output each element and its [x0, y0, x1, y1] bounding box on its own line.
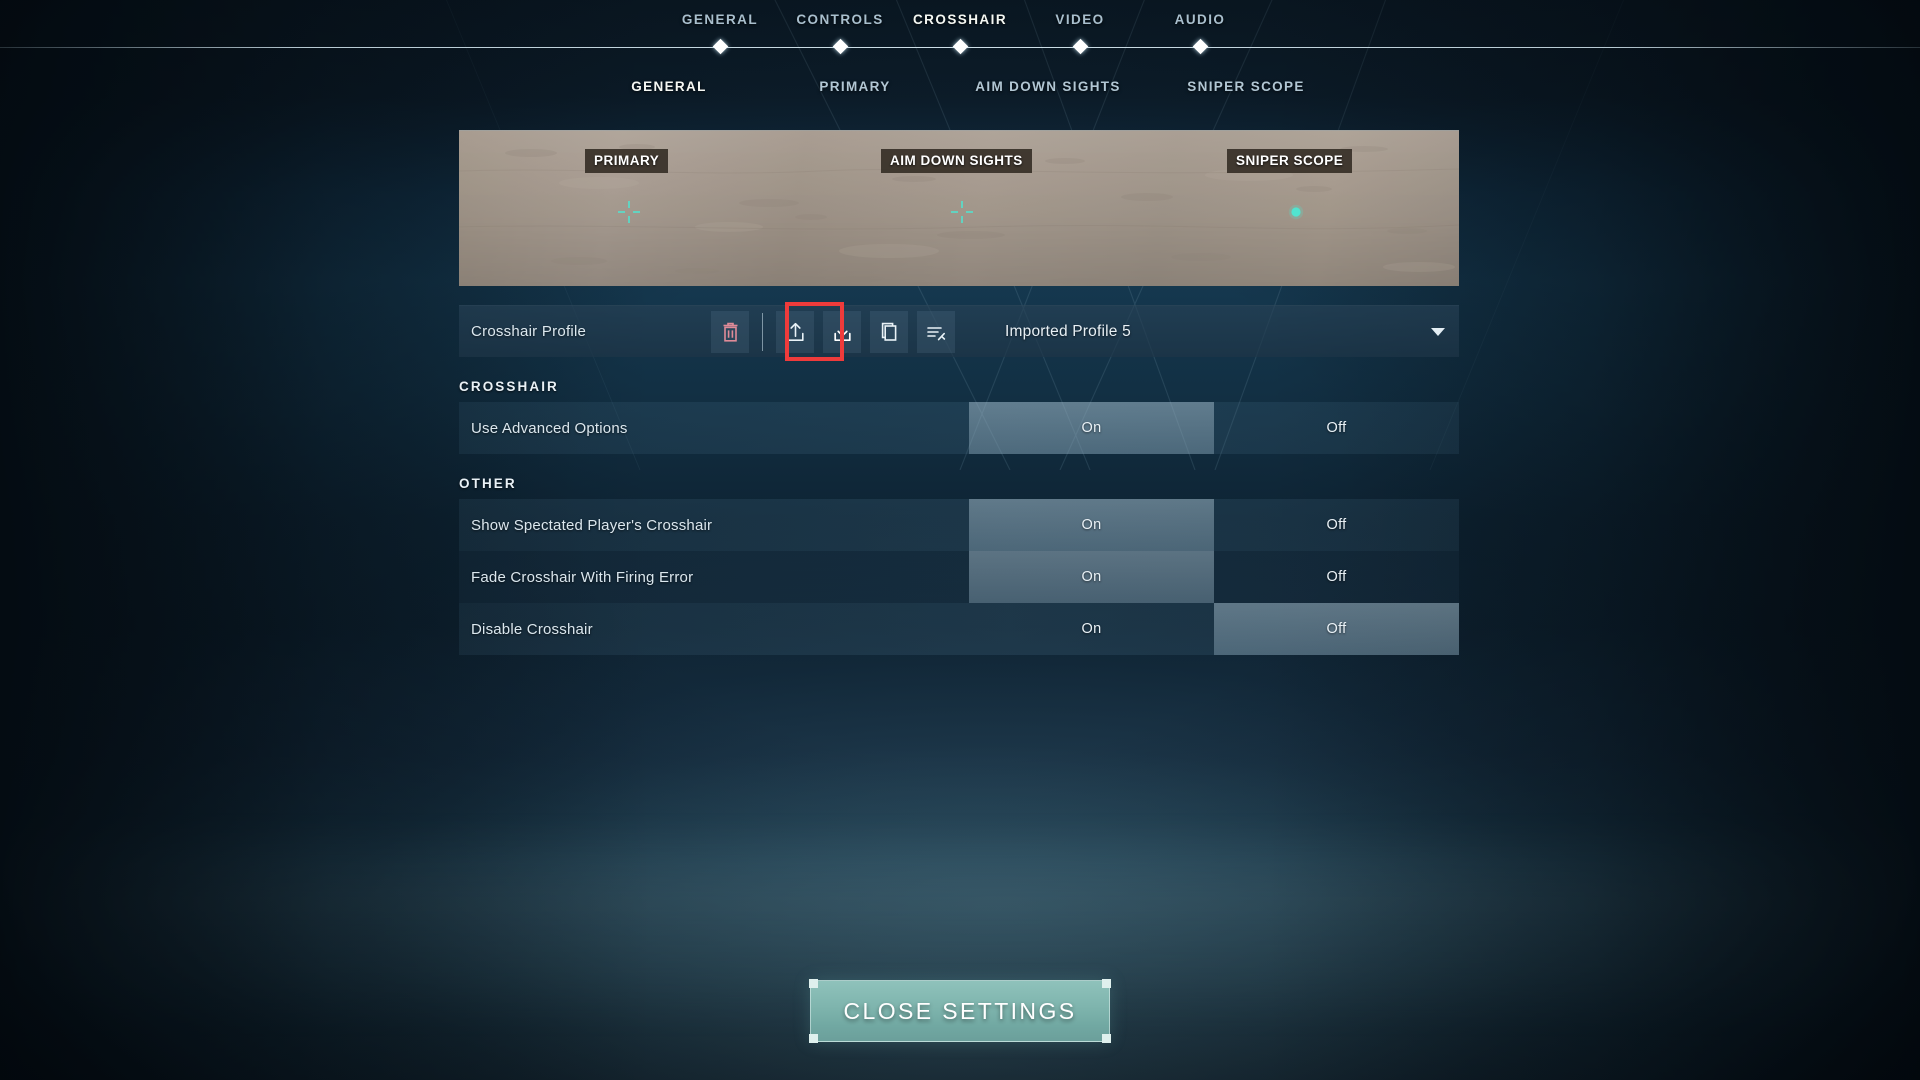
toggle-show-spectated-players-crosshair: On Off — [969, 499, 1459, 551]
toggle-option-off[interactable]: Off — [1214, 402, 1459, 454]
setting-label-use-advanced-options: Use Advanced Options — [471, 419, 628, 437]
other-section-rows: Show Spectated Player's Crosshair On Off… — [459, 499, 1459, 655]
subtab-primary[interactable]: PRIMARY — [762, 79, 948, 94]
diamond-marker-audio — [1192, 38, 1208, 55]
chevron-down-icon — [1431, 328, 1445, 336]
crosshair-preview-strip: PRIMARY AIM DOWN SIGHTS SNIPER SCOPE — [459, 130, 1459, 286]
tab-audio[interactable]: AUDIO — [1140, 12, 1260, 27]
import-icon — [833, 322, 851, 341]
setting-label-disable-crosshair: Disable Crosshair — [471, 620, 593, 638]
crosshair-preview-primary-icon — [618, 201, 640, 223]
section-header-crosshair: CROSSHAIR — [459, 379, 559, 394]
toggle-use-advanced-options: On Off — [969, 402, 1459, 454]
corner-marker-bottom-right — [1102, 1034, 1111, 1043]
rename-icon — [927, 326, 946, 340]
toggle-option-on[interactable]: On — [969, 551, 1214, 603]
toggle-disable-crosshair: On Off — [969, 603, 1459, 655]
profile-action-buttons — [711, 310, 955, 353]
corner-marker-top-left — [809, 979, 818, 988]
tab-video[interactable]: VIDEO — [1020, 12, 1140, 27]
tab-general[interactable]: GENERAL — [660, 12, 780, 27]
subtab-aim-down-sights[interactable]: AIM DOWN SIGHTS — [948, 79, 1148, 94]
toggle-option-off[interactable]: Off — [1214, 551, 1459, 603]
setting-row-use-advanced-options: Use Advanced Options On Off — [459, 402, 1459, 454]
corner-marker-bottom-left — [809, 1034, 818, 1043]
section-header-other: OTHER — [459, 476, 517, 491]
subtab-sniper-scope[interactable]: SNIPER SCOPE — [1148, 79, 1344, 94]
corner-marker-top-right — [1102, 979, 1111, 988]
duplicate-icon — [881, 322, 896, 341]
crosshair-sub-navigation: GENERAL PRIMARY AIM DOWN SIGHTS SNIPER S… — [0, 79, 1920, 94]
crosshair-section-rows: Use Advanced Options On Off — [459, 402, 1459, 454]
trash-icon — [723, 322, 737, 342]
tab-controls[interactable]: CONTROLS — [780, 12, 900, 27]
export-profile-button[interactable] — [776, 310, 814, 353]
diamond-marker-general — [712, 38, 728, 55]
tab-crosshair[interactable]: CROSSHAIR — [900, 12, 1020, 27]
delete-profile-button[interactable] — [711, 310, 749, 353]
setting-label-show-spectated-players-crosshair: Show Spectated Player's Crosshair — [471, 516, 713, 534]
diamond-marker-controls — [832, 38, 848, 55]
close-settings-button[interactable]: CLOSE SETTINGS — [809, 979, 1111, 1043]
preview-label-aim-down-sights: AIM DOWN SIGHTS — [881, 149, 1032, 173]
toggle-option-on[interactable]: On — [969, 402, 1214, 454]
duplicate-profile-button[interactable] — [870, 310, 908, 353]
close-settings-label: CLOSE SETTINGS — [843, 997, 1077, 1024]
preview-label-primary: PRIMARY — [585, 149, 669, 173]
top-tab-list: GENERAL CONTROLS CROSSHAIR VIDEO AUDIO — [0, 12, 1920, 27]
settings-top-navigation: GENERAL CONTROLS CROSSHAIR VIDEO AUDIO — [0, 0, 1920, 56]
setting-row-disable-crosshair: Disable Crosshair On Off — [459, 603, 1459, 655]
setting-row-fade-crosshair-with-firing-error: Fade Crosshair With Firing Error On Off — [459, 551, 1459, 603]
crosshair-profile-selected-value: Imported Profile 5 — [1005, 323, 1131, 340]
toggle-option-off[interactable]: Off — [1214, 603, 1459, 655]
crosshair-profile-label: Crosshair Profile — [471, 323, 587, 340]
export-icon — [786, 322, 804, 341]
diamond-marker-video — [1072, 38, 1088, 55]
import-profile-button[interactable] — [823, 310, 861, 353]
subtab-general[interactable]: GENERAL — [576, 79, 762, 94]
crosshair-preview-ads-icon — [951, 201, 973, 223]
rename-profile-button[interactable] — [917, 310, 955, 353]
setting-row-show-spectated-players-crosshair: Show Spectated Player's Crosshair On Off — [459, 499, 1459, 551]
top-nav-diamond-markers — [0, 38, 1920, 55]
settings-content-column: PRIMARY AIM DOWN SIGHTS SNIPER SCOPE Cro… — [459, 130, 1459, 655]
toggle-option-on[interactable]: On — [969, 603, 1214, 655]
toggle-option-off[interactable]: Off — [1214, 499, 1459, 551]
setting-label-fade-crosshair-with-firing-error: Fade Crosshair With Firing Error — [471, 568, 694, 586]
crosshair-preview-sniper-dot-icon — [1288, 204, 1304, 220]
diamond-marker-crosshair — [952, 38, 968, 55]
crosshair-profile-bar: Crosshair Profile Imported Profile 5 — [459, 302, 1459, 361]
toggle-option-on[interactable]: On — [969, 499, 1214, 551]
preview-label-sniper-scope: SNIPER SCOPE — [1227, 149, 1353, 173]
footer-actions: CLOSE SETTINGS — [0, 979, 1920, 1043]
crosshair-profile-dropdown[interactable]: Imported Profile 5 — [989, 306, 1459, 358]
profile-actions-divider — [762, 312, 763, 351]
toggle-fade-crosshair-with-firing-error: On Off — [969, 551, 1459, 603]
